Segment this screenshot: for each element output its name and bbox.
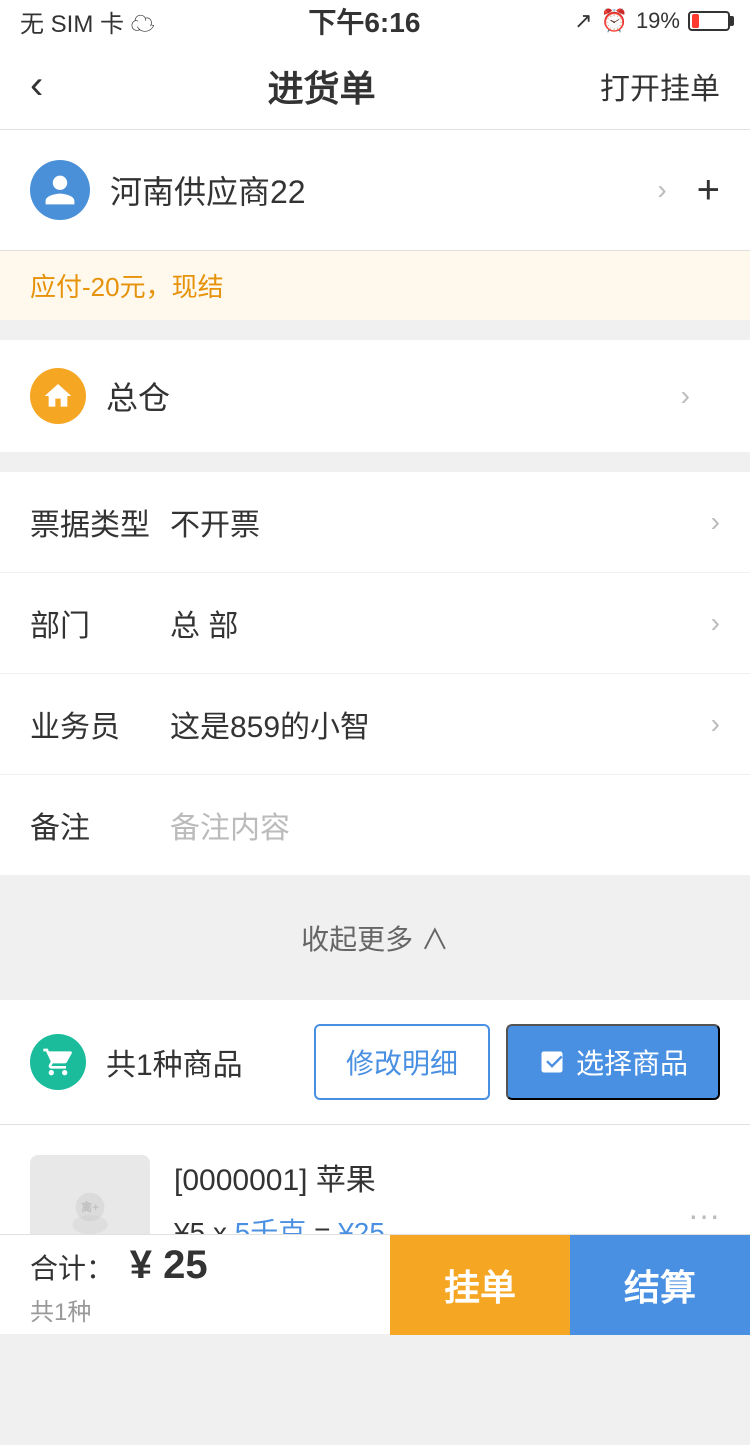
dept-chevron-icon: › bbox=[711, 607, 720, 639]
remark-value[interactable]: 备注内容 bbox=[170, 803, 720, 847]
battery-icon bbox=[688, 11, 730, 31]
sim-status: 无 SIM 卡 ☁ bbox=[20, 4, 155, 39]
open-hold-button[interactable]: 打开挂单 bbox=[600, 64, 720, 108]
location-icon: ↗ bbox=[574, 8, 592, 34]
supplier-avatar bbox=[30, 160, 90, 220]
status-right: ↗ ⏰ 19% bbox=[574, 8, 730, 34]
warehouse-chevron-icon: › bbox=[681, 380, 690, 412]
nav-bar: ‹ 进货单 打开挂单 bbox=[0, 42, 750, 130]
salesperson-value: 这是859的小智 bbox=[170, 702, 711, 746]
total-count: 共1种 bbox=[30, 1292, 360, 1327]
remark-row[interactable]: 备注 备注内容 bbox=[0, 775, 750, 876]
status-bar: 无 SIM 卡 ☁ 下午6:16 ↗ ⏰ 19% bbox=[0, 0, 750, 42]
cart-icon-wrapper bbox=[30, 1034, 86, 1090]
add-button[interactable]: + bbox=[697, 168, 720, 213]
supplier-row[interactable]: 河南供应商22 › + bbox=[0, 130, 750, 251]
total-amount: ¥ 25 bbox=[130, 1243, 208, 1287]
alarm-icon: ⏰ bbox=[601, 8, 628, 34]
product-count: 共1种商品 bbox=[106, 1040, 314, 1084]
sales-chevron-icon: › bbox=[711, 708, 720, 740]
more-options-button[interactable]: ··· bbox=[688, 1197, 720, 1234]
invoice-type-row[interactable]: 票据类型 不开票 › bbox=[0, 472, 750, 573]
modify-detail-button[interactable]: 修改明细 bbox=[314, 1024, 490, 1100]
warehouse-icon bbox=[30, 368, 86, 424]
warehouse-row[interactable]: 总仓 › bbox=[0, 340, 750, 452]
remark-label: 备注 bbox=[30, 803, 170, 847]
form-section: 票据类型 不开票 › 部门 总 部 › 业务员 这是859的小智 › 备注 备注… bbox=[0, 472, 750, 876]
product-header: 共1种商品 修改明细 选择商品 bbox=[0, 1000, 750, 1125]
select-icon bbox=[538, 1048, 566, 1076]
product-title: 苹果 bbox=[316, 1164, 376, 1197]
select-product-button[interactable]: 选择商品 bbox=[506, 1024, 720, 1100]
back-button[interactable]: ‹ bbox=[30, 63, 43, 108]
supplier-section: 河南供应商22 › + 应付-20元，现结 bbox=[0, 130, 750, 320]
total-row: 合计： ¥ 25 bbox=[30, 1243, 360, 1288]
invoice-type-label: 票据类型 bbox=[30, 500, 170, 544]
salesperson-row[interactable]: 业务员 这是859的小智 › bbox=[0, 674, 750, 775]
battery-percent: 19% bbox=[636, 8, 680, 34]
status-left: 无 SIM 卡 ☁ bbox=[20, 4, 155, 39]
collapse-label: 收起更多 ∧ bbox=[301, 924, 449, 955]
invoice-type-value: 不开票 bbox=[170, 500, 711, 544]
page-title: 进货单 bbox=[268, 60, 376, 112]
select-product-label: 选择商品 bbox=[576, 1042, 688, 1082]
collapse-button[interactable]: 收起更多 ∧ bbox=[0, 896, 750, 980]
total-label: 合计： bbox=[30, 1253, 114, 1284]
warehouse-name: 总仓 bbox=[106, 373, 681, 419]
notice-bar: 应付-20元，现结 bbox=[0, 251, 750, 320]
product-name: [0000001] 苹果 bbox=[174, 1155, 688, 1199]
hold-order-button[interactable]: 挂单 bbox=[390, 1235, 570, 1335]
checkout-button[interactable]: 结算 bbox=[570, 1235, 750, 1335]
cart-icon bbox=[42, 1046, 74, 1078]
product-code: [0000001] bbox=[174, 1164, 307, 1197]
bottom-spacer bbox=[0, 1325, 750, 1445]
bottom-bar: 合计： ¥ 25 共1种 挂单 结算 bbox=[0, 1234, 750, 1334]
department-row[interactable]: 部门 总 部 › bbox=[0, 573, 750, 674]
invoice-chevron-icon: › bbox=[711, 506, 720, 538]
notice-text: 应付-20元，现结 bbox=[30, 272, 224, 302]
home-icon bbox=[42, 380, 74, 412]
person-icon bbox=[42, 172, 78, 208]
total-section: 合计： ¥ 25 共1种 bbox=[0, 1243, 390, 1327]
department-value: 总 部 bbox=[170, 601, 711, 645]
svg-text:禽+: 禽+ bbox=[80, 1200, 99, 1214]
department-label: 部门 bbox=[30, 601, 170, 645]
supplier-name: 河南供应商22 bbox=[110, 167, 657, 213]
salesperson-label: 业务员 bbox=[30, 702, 170, 746]
warehouse-section[interactable]: 总仓 › bbox=[0, 340, 750, 452]
supplier-chevron-icon: › bbox=[657, 174, 666, 206]
status-time: 下午6:16 bbox=[308, 1, 420, 41]
spacer bbox=[0, 980, 750, 1000]
